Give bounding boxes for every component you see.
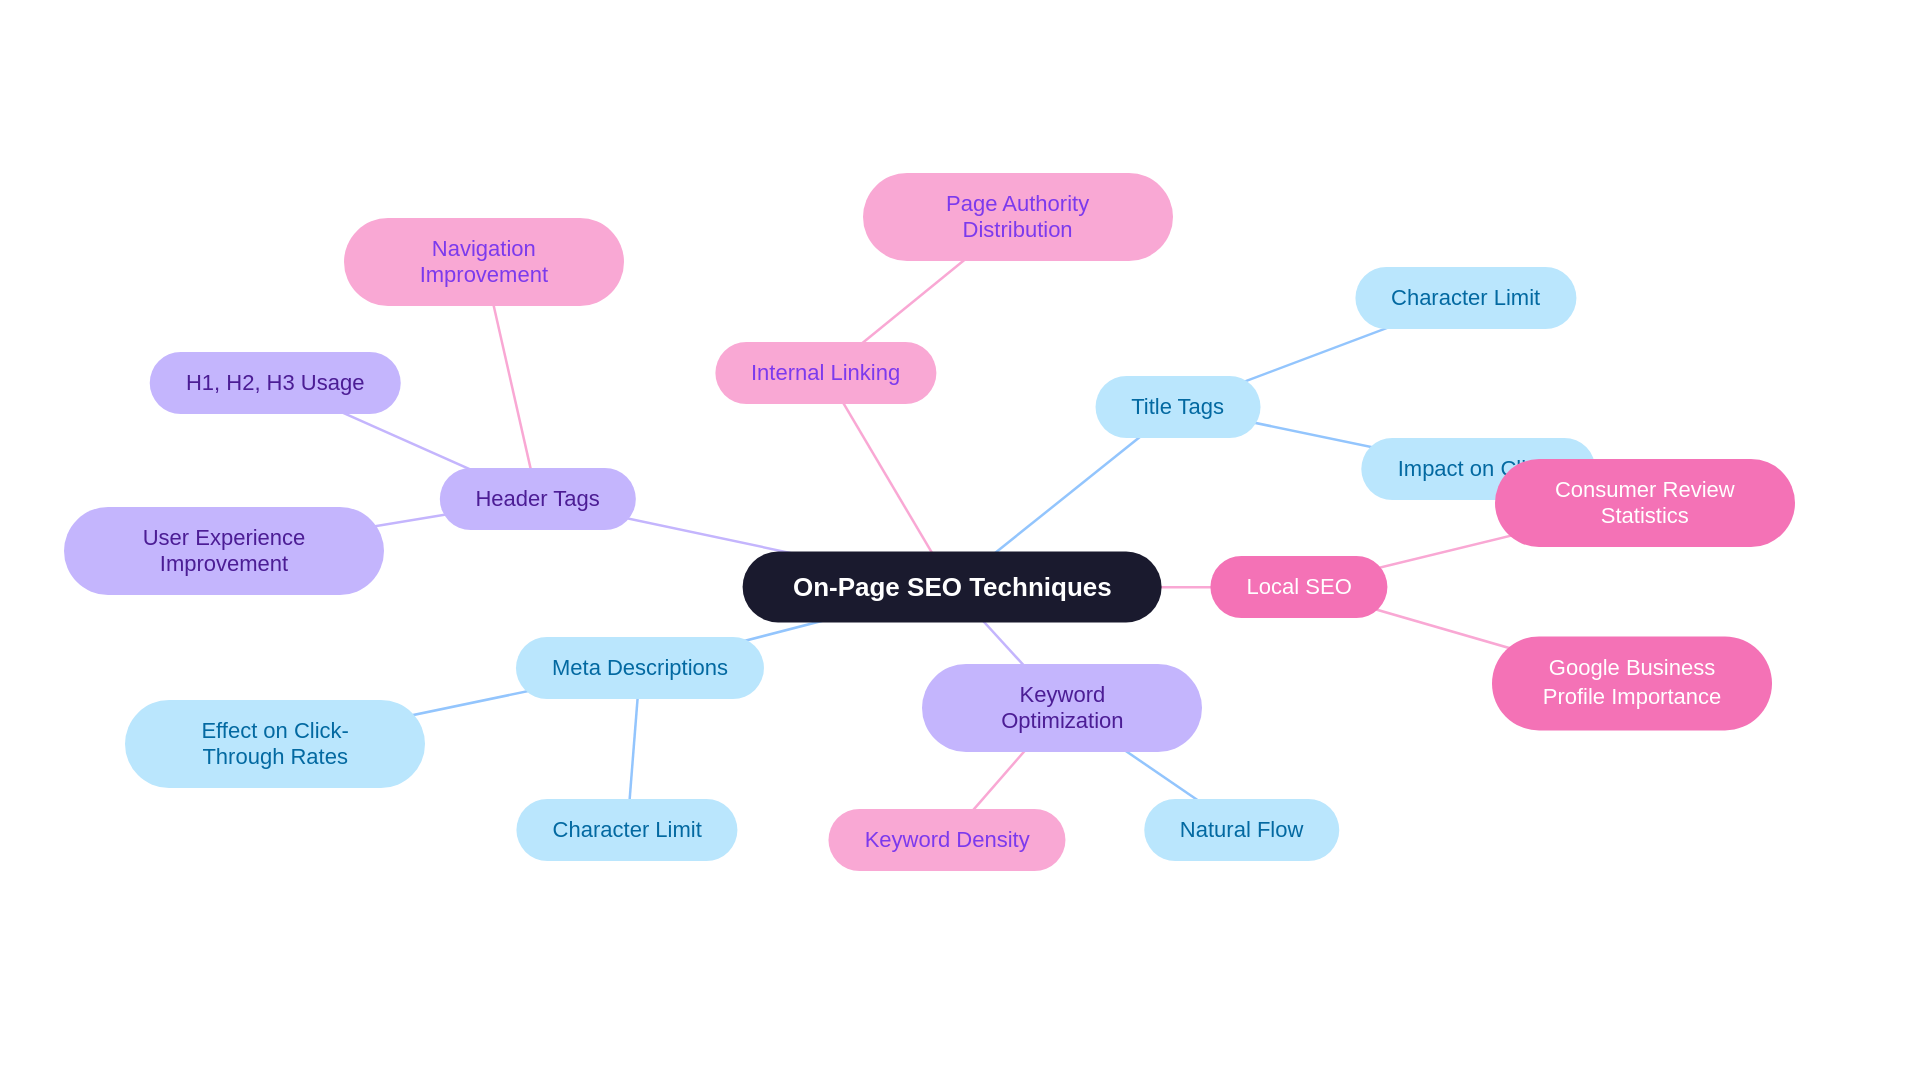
- header-tags-node: Header Tags: [439, 468, 635, 530]
- natural-flow-node: Natural Flow: [1144, 799, 1339, 861]
- effect-ctr-node: Effect on Click-Through Rates: [125, 700, 425, 788]
- character-limit-meta-node: Character Limit: [517, 799, 738, 861]
- user-experience-node: User Experience Improvement: [64, 507, 384, 595]
- mind-map: On-Page SEO Techniques Internal Linking Pa…: [0, 0, 1920, 1083]
- navigation-node: Navigation Improvement: [344, 218, 624, 306]
- keyword-optimization-node: Keyword Optimization: [922, 664, 1202, 752]
- local-seo-node: Local SEO: [1211, 556, 1388, 618]
- title-tags-node: Title Tags: [1095, 376, 1260, 438]
- internal-linking-node: Internal Linking: [715, 342, 936, 404]
- meta-descriptions-node: Meta Descriptions: [516, 637, 764, 699]
- keyword-density-node: Keyword Density: [829, 809, 1066, 871]
- h1h2h3-node: H1, H2, H3 Usage: [150, 352, 401, 414]
- consumer-review-node: Consumer Review Statistics: [1495, 459, 1795, 547]
- center-node: On-Page SEO Techniques: [743, 552, 1162, 623]
- google-business-node: Google Business Profile Importance: [1492, 637, 1772, 730]
- page-authority-node: Page Authority Distribution: [863, 173, 1173, 261]
- character-limit-title-node: Character Limit: [1355, 267, 1576, 329]
